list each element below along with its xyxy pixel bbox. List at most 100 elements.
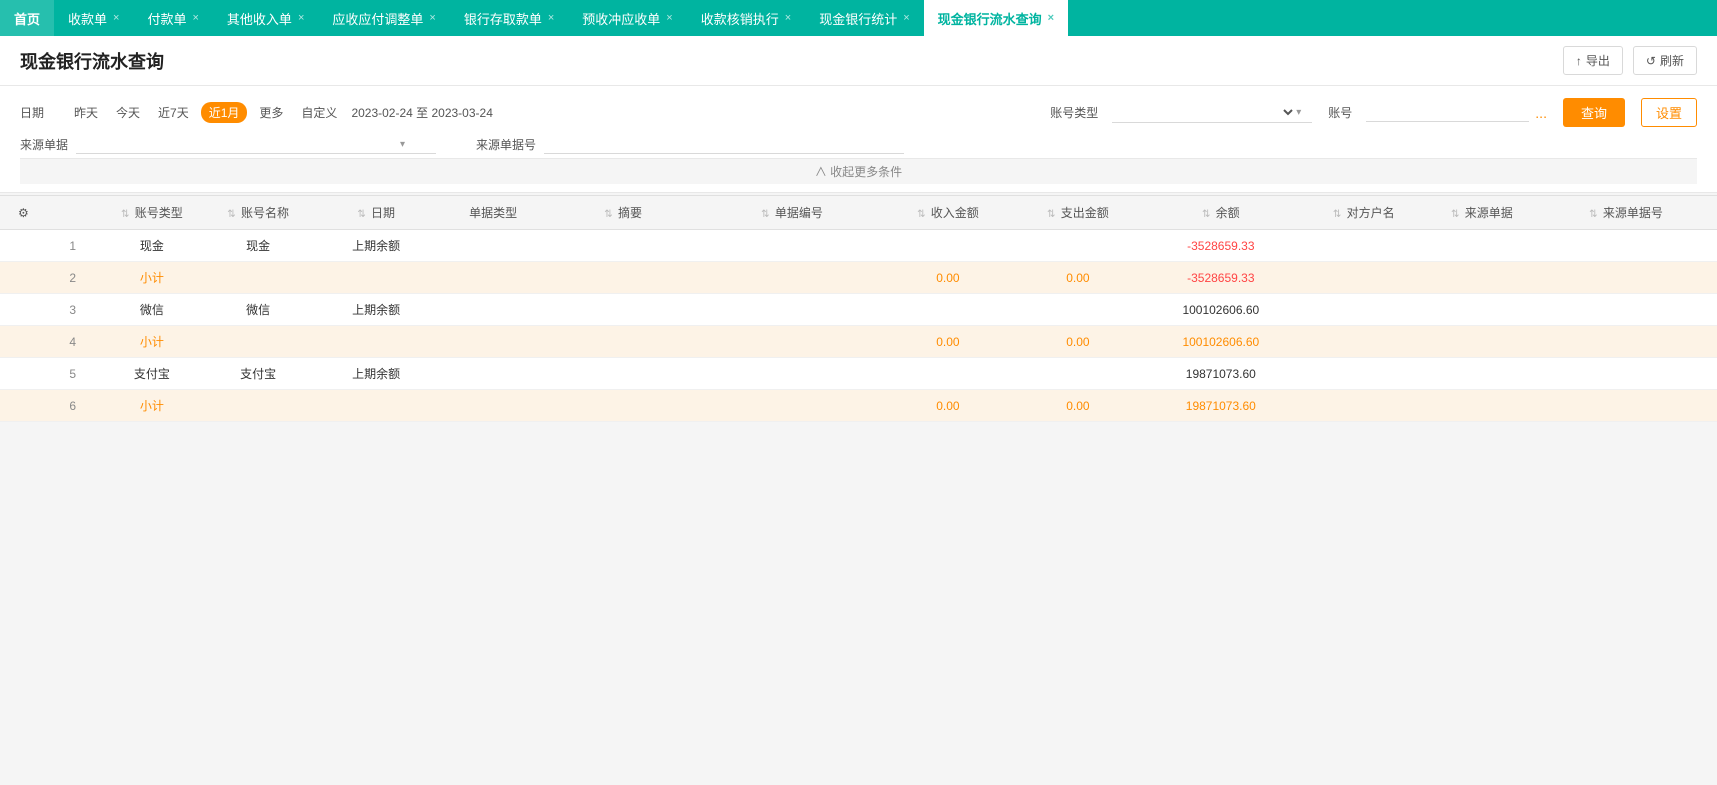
row-num: 5 [47, 358, 99, 390]
row-settings-cell [0, 294, 47, 326]
nav-collection-verify[interactable]: 收款核销执行 × [687, 0, 805, 36]
row-expense [1013, 358, 1143, 390]
close-collection-icon[interactable]: × [785, 12, 791, 24]
sort-account-name-icon[interactable]: ⇅ [227, 209, 235, 220]
row-source-doc-no [1535, 230, 1717, 262]
row-summary [545, 262, 701, 294]
row-source-doc [1429, 358, 1535, 390]
sort-date-icon[interactable]: ⇅ [357, 209, 365, 220]
account-more-button[interactable]: ... [1535, 105, 1547, 121]
close-payment-icon[interactable]: × [192, 12, 198, 24]
source-doc-no-input[interactable] [544, 135, 904, 154]
close-flow-icon[interactable]: × [1048, 12, 1054, 24]
col-expense-header: ⇅ 支出金额 [1013, 196, 1143, 230]
row-settings-cell [0, 262, 47, 294]
date-yesterday[interactable]: 昨天 [68, 102, 104, 123]
row-doc-type [441, 358, 545, 390]
row-doc-type [441, 326, 545, 358]
close-receipt-icon[interactable]: × [113, 12, 119, 24]
close-other-income-icon[interactable]: × [298, 12, 304, 24]
account-input[interactable] [1366, 103, 1529, 122]
row-num: 4 [47, 326, 99, 358]
nav-home[interactable]: 首页 [0, 0, 54, 36]
source-doc-chevron-icon: ▾ [400, 139, 405, 150]
sort-source-doc-no-icon[interactable]: ⇅ [1589, 209, 1597, 220]
date-today[interactable]: 今天 [110, 102, 146, 123]
row-account-type: 小计 [99, 390, 205, 422]
filter-area: 日期 昨天 今天 近7天 近1月 更多 自定义 2023-02-24 至 202… [0, 86, 1717, 193]
nav-payment[interactable]: 付款单 × [133, 0, 212, 36]
export-button[interactable]: ↑ 导出 [1563, 46, 1623, 75]
row-income [883, 358, 1013, 390]
row-num: 6 [47, 390, 99, 422]
sort-doc-no-icon[interactable]: ⇅ [761, 209, 769, 220]
col-balance-header: ⇅ 余额 [1143, 196, 1299, 230]
row-account-name: 微信 [205, 294, 311, 326]
nav-cash-bank-stat[interactable]: 现金银行统计 × [805, 0, 923, 36]
row-date [311, 326, 441, 358]
row-doc-type [441, 262, 545, 294]
refresh-button[interactable]: ↺ 刷新 [1633, 46, 1697, 75]
sort-summary-icon[interactable]: ⇅ [604, 209, 612, 220]
nav-receipt[interactable]: 收款单 × [54, 0, 133, 36]
source-doc-wrapper: ▾ [76, 135, 436, 154]
col-settings: ⚙ [0, 196, 47, 230]
source-doc-label: 来源单据 [20, 136, 68, 153]
date-custom[interactable]: 自定义 [295, 102, 343, 123]
row-counterparty [1299, 262, 1429, 294]
sort-expense-icon[interactable]: ⇅ [1047, 209, 1055, 220]
nav-other-income[interactable]: 其他收入单 × [213, 0, 318, 36]
nav-ar-ap-adjust[interactable]: 应收应付调整单 × [318, 0, 449, 36]
row-summary [545, 230, 701, 262]
sort-income-icon[interactable]: ⇅ [917, 209, 925, 220]
col-doc-no-header: ⇅ 单据编号 [701, 196, 883, 230]
sort-source-doc-icon[interactable]: ⇅ [1451, 209, 1459, 220]
date-more[interactable]: 更多 [253, 102, 289, 123]
refresh-icon: ↺ [1646, 54, 1656, 68]
row-source-doc-no [1535, 358, 1717, 390]
row-expense: 0.00 [1013, 326, 1143, 358]
sort-balance-icon[interactable]: ⇅ [1202, 209, 1210, 220]
export-icon: ↑ [1576, 54, 1582, 68]
account-type-select[interactable]: 现金 微信 支付宝 [1116, 104, 1296, 120]
page-header: 现金银行流水查询 ↑ 导出 ↺ 刷新 [0, 36, 1717, 86]
row-settings-cell [0, 230, 47, 262]
close-ar-ap-icon[interactable]: × [429, 12, 435, 24]
close-bank-deposit-icon[interactable]: × [548, 12, 554, 24]
row-expense: 0.00 [1013, 390, 1143, 422]
table-row: 6 小计 0.00 0.00 19871073.60 [0, 390, 1717, 422]
query-button[interactable]: 查询 [1563, 98, 1625, 127]
row-account-type: 现金 [99, 230, 205, 262]
close-prepay-icon[interactable]: × [666, 12, 672, 24]
settings-button[interactable]: 设置 [1641, 98, 1697, 127]
row-expense [1013, 230, 1143, 262]
filter-row-1: 日期 昨天 今天 近7天 近1月 更多 自定义 2023-02-24 至 202… [20, 98, 1697, 127]
row-summary [545, 326, 701, 358]
close-stat-icon[interactable]: × [903, 12, 909, 24]
row-balance: 19871073.60 [1143, 358, 1299, 390]
collapse-bar[interactable]: ∧ 收起更多条件 [20, 158, 1697, 184]
row-income [883, 294, 1013, 326]
row-num: 1 [47, 230, 99, 262]
table-gear-icon[interactable]: ⚙ [18, 206, 29, 220]
col-account-type-header: ⇅ 账号类型 [99, 196, 205, 230]
row-doc-type [441, 390, 545, 422]
date-range-display: 2023-02-24 至 2023-03-24 [351, 104, 492, 121]
row-income: 0.00 [883, 390, 1013, 422]
date-1month[interactable]: 近1月 [201, 102, 248, 123]
nav-prepay-offset[interactable]: 预收冲应收单 × [568, 0, 686, 36]
sort-counterparty-icon[interactable]: ⇅ [1333, 209, 1341, 220]
table-body: 1 现金 现金 上期余额 -3528659.33 2 小计 0.00 0.00 … [0, 230, 1717, 422]
row-doc-no [701, 326, 883, 358]
nav-cash-bank-flow[interactable]: 现金银行流水查询 × [924, 0, 1068, 36]
nav-bank-deposit[interactable]: 银行存取款单 × [450, 0, 568, 36]
row-doc-type [441, 230, 545, 262]
sort-account-type-icon[interactable]: ⇅ [121, 209, 129, 220]
main-table: ⚙ ⇅ 账号类型 ⇅ 账号名称 ⇅ 日期 单据类型 [0, 195, 1717, 422]
row-num: 3 [47, 294, 99, 326]
date-7days[interactable]: 近7天 [152, 102, 195, 123]
row-settings-cell [0, 358, 47, 390]
source-doc-input[interactable] [80, 137, 400, 151]
row-expense: 0.00 [1013, 262, 1143, 294]
header-actions: ↑ 导出 ↺ 刷新 [1563, 46, 1697, 75]
